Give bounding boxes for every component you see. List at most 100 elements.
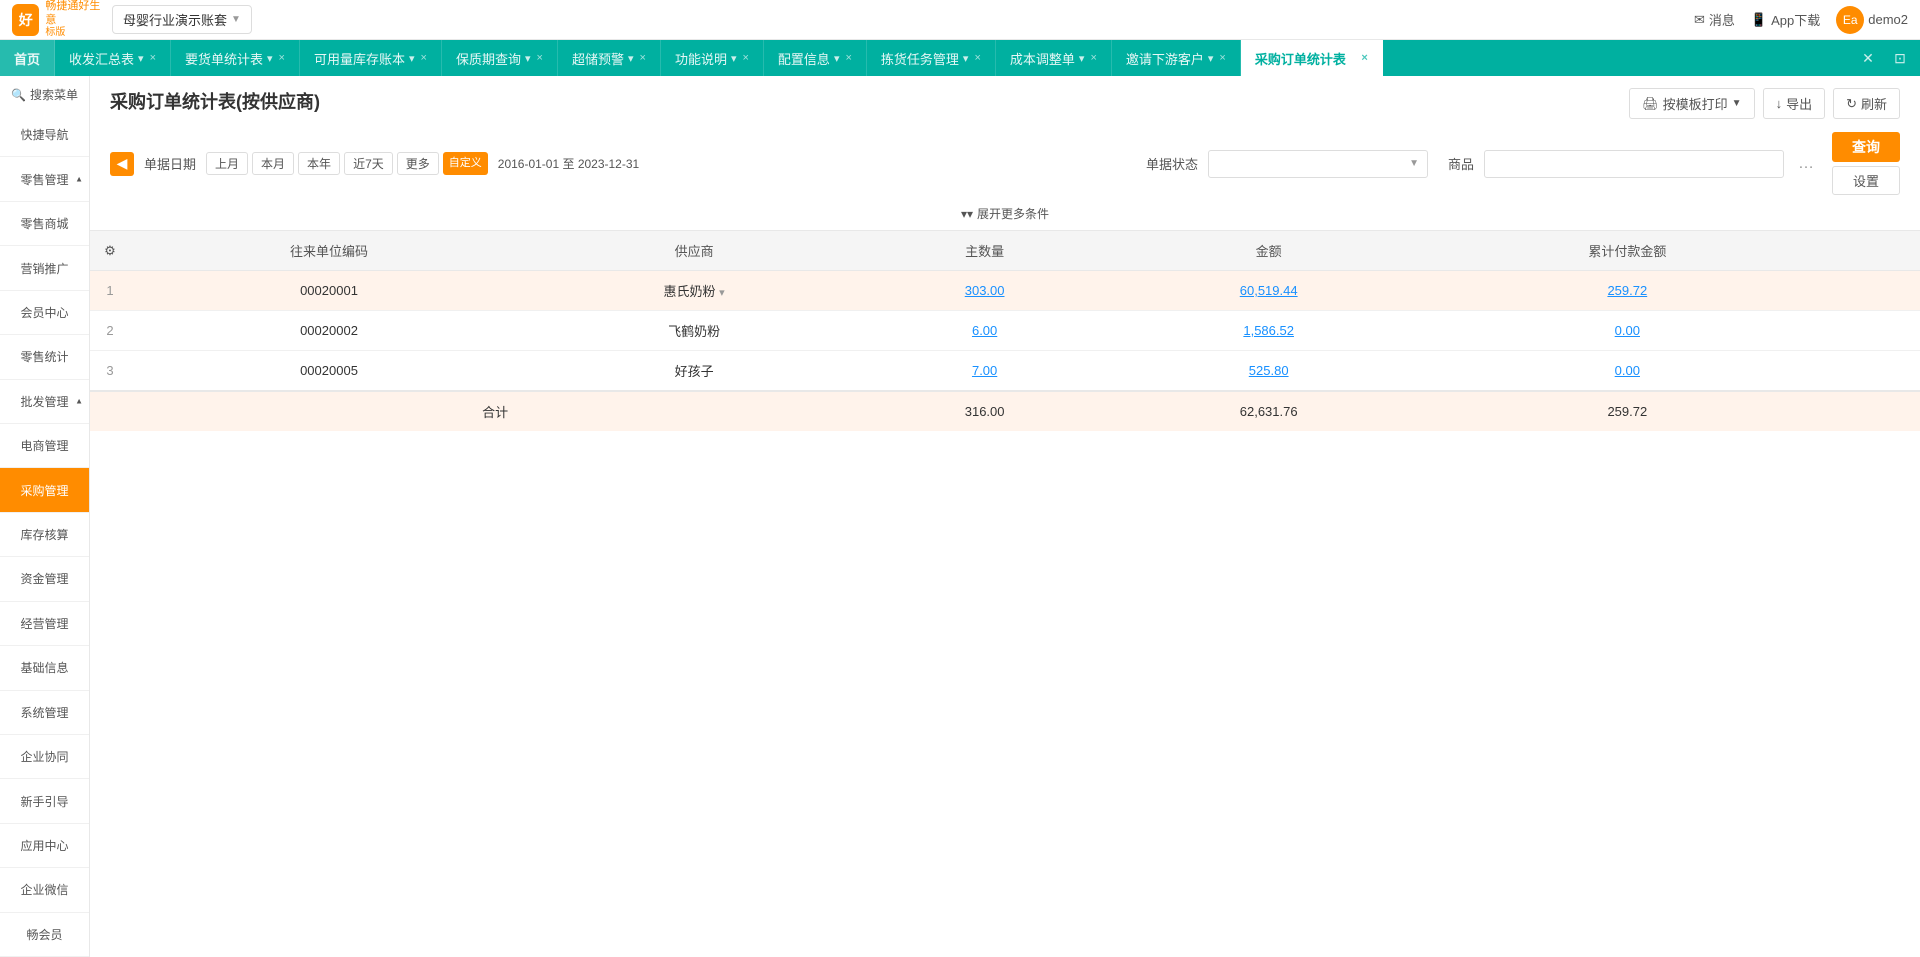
print-icon: 🖨 [1642, 96, 1659, 112]
custom-date-badge[interactable]: 自定义 [443, 152, 488, 175]
query-settings-group: 查询 设置 [1832, 132, 1900, 195]
table-row: 2 00020002 飞鹤奶粉 6.00 1,586.52 0.00 [90, 311, 1920, 351]
goods-more-icon[interactable]: … [1798, 155, 1814, 173]
workspace-selector[interactable]: 母婴行业演示账套 ▼ [112, 5, 252, 34]
btn-last-month[interactable]: 上月 [206, 152, 248, 175]
tab-chengben[interactable]: 成本调整单 ▾× [996, 40, 1112, 76]
sidebar: 🔍 搜索菜单 快捷导航 零售管理 零售商城 营销推广 会员中心 零售统计 批发管… [0, 76, 90, 957]
expand-icon: ▾▾ [961, 207, 973, 221]
col-qty: 主数量 [860, 231, 1109, 271]
message-icon: ✉ [1694, 12, 1705, 28]
print-btn[interactable]: 🖨 按模板打印 ▼ [1629, 88, 1754, 119]
sidebar-item-ecommerce[interactable]: 电商管理 [0, 424, 89, 468]
sidebar-item-wholesale[interactable]: 批发管理 [0, 380, 89, 424]
cell-supplier: 惠氏奶粉 ▾ [528, 271, 860, 311]
btn-this-year[interactable]: 本年 [298, 152, 340, 175]
close-icon[interactable]: × [1361, 52, 1367, 64]
filter-toggle-btn[interactable]: ◀ [110, 152, 134, 176]
cell-paid[interactable]: 259.72 [1428, 271, 1826, 311]
cell-amount[interactable]: 1,586.52 [1109, 311, 1428, 351]
close-icon[interactable]: × [640, 52, 646, 64]
sidebar-search[interactable]: 🔍 搜索菜单 [0, 76, 89, 113]
app-download-btn[interactable]: 📱 App下载 [1751, 10, 1820, 29]
avatar: Ea [1836, 6, 1864, 34]
close-icon[interactable]: × [279, 52, 285, 64]
sidebar-item-retail[interactable]: 零售管理 [0, 157, 89, 201]
sidebar-item-quicknav[interactable]: 快捷导航 [0, 113, 89, 157]
sidebar-item-operations[interactable]: 经营管理 [0, 602, 89, 646]
expand-conditions-btn[interactable]: ▾▾ 展开更多条件 [110, 199, 1900, 230]
sidebar-item-finance[interactable]: 资金管理 [0, 557, 89, 601]
cell-qty[interactable]: 303.00 [860, 271, 1109, 311]
tab-arrow: ▾ [963, 52, 969, 65]
sidebar-item-marketing[interactable]: 营销推广 [0, 246, 89, 290]
nav-close-btn[interactable]: ✕ [1856, 46, 1880, 70]
cell-amount[interactable]: 525.80 [1109, 351, 1428, 392]
sidebar-item-basic[interactable]: 基础信息 [0, 646, 89, 690]
logo-text: 畅捷通好生意 标版 [45, 0, 102, 38]
col-settings[interactable]: ⚙ [90, 231, 130, 271]
export-btn[interactable]: ↓ 导出 [1763, 88, 1826, 119]
row-num: 2 [90, 311, 130, 351]
status-select[interactable]: ▼ [1208, 150, 1428, 178]
sidebar-item-purchase[interactable]: 采购管理 [0, 468, 89, 512]
tab-peihuorenwu[interactable]: 拣货任务管理 ▾× [867, 40, 996, 76]
sidebar-item-newguide[interactable]: 新手引导 [0, 779, 89, 823]
nav-tabs: 首页 收发汇总表 ▾× 要货单统计表 ▾× 可用量库存账本 ▾× 保质期查询 ▾… [0, 40, 1920, 76]
settings-col-icon: ⚙ [104, 243, 116, 258]
cell-paid[interactable]: 0.00 [1428, 351, 1826, 392]
cell-qty[interactable]: 6.00 [860, 311, 1109, 351]
tab-yaohuodantongjibiao[interactable]: 要货单统计表 ▾× [171, 40, 300, 76]
sidebar-item-weixin[interactable]: 企业微信 [0, 868, 89, 912]
cell-code: 00020001 [130, 271, 528, 311]
col-extra [1826, 231, 1920, 271]
cell-paid[interactable]: 0.00 [1428, 311, 1826, 351]
tab-shoufahuizonge[interactable]: 收发汇总表 ▾× [55, 40, 171, 76]
tab-gongneng[interactable]: 功能说明 ▾× [661, 40, 764, 76]
btn-more-dates[interactable]: 更多 [397, 152, 439, 175]
query-btn[interactable]: 查询 [1832, 132, 1900, 162]
nav-maximize-btn[interactable]: ⊡ [1888, 46, 1912, 70]
sidebar-item-appcenter[interactable]: 应用中心 [0, 824, 89, 868]
user-area[interactable]: Ea demo2 [1836, 6, 1908, 34]
footer-amount: 62,631.76 [1109, 391, 1428, 431]
date-btn-group: 上月 本月 本年 近7天 更多 自定义 [206, 152, 488, 175]
close-icon[interactable]: × [421, 52, 427, 64]
tab-peizhi[interactable]: 配置信息 ▾× [764, 40, 867, 76]
cell-amount[interactable]: 60,519.44 [1109, 271, 1428, 311]
close-icon[interactable]: × [1090, 52, 1096, 64]
goods-input[interactable] [1484, 150, 1784, 178]
tab-arrow: ▾ [1350, 52, 1356, 65]
settings-btn[interactable]: 设置 [1832, 166, 1900, 195]
tab-baozhi[interactable]: 保质期查询 ▾× [442, 40, 558, 76]
sidebar-item-membership[interactable]: 会员中心 [0, 291, 89, 335]
close-icon[interactable]: × [1219, 52, 1225, 64]
btn-7days[interactable]: 近7天 [344, 152, 393, 175]
refresh-btn[interactable]: ↻ 刷新 [1833, 88, 1900, 119]
cell-qty[interactable]: 7.00 [860, 351, 1109, 392]
close-icon[interactable]: × [974, 52, 980, 64]
close-icon[interactable]: × [845, 52, 851, 64]
sidebar-item-retail-shop[interactable]: 零售商城 [0, 202, 89, 246]
sidebar-item-system[interactable]: 系统管理 [0, 691, 89, 735]
sidebar-item-retail-stats[interactable]: 零售统计 [0, 335, 89, 379]
tab-arrow: ▾ [409, 52, 415, 65]
sidebar-item-enterprise[interactable]: 企业协同 [0, 735, 89, 779]
btn-this-month[interactable]: 本月 [252, 152, 294, 175]
sidebar-item-vip[interactable]: 畅会员 [0, 913, 89, 957]
message-btn[interactable]: ✉ 消息 [1694, 10, 1735, 29]
footer-qty: 316.00 [860, 391, 1109, 431]
search-icon: 🔍 [11, 88, 26, 102]
tab-arrow: ▾ [1079, 52, 1085, 65]
logo-icon: 好 [12, 4, 39, 36]
close-icon[interactable]: × [150, 52, 156, 64]
tab-chaochuyujing[interactable]: 超储预警 ▾× [558, 40, 661, 76]
close-icon[interactable]: × [742, 52, 748, 64]
status-dropdown-icon: ▼ [1409, 158, 1419, 169]
tab-keyongliang[interactable]: 可用量库存账本 ▾× [300, 40, 442, 76]
tab-yaoqing[interactable]: 邀请下游客户 ▾× [1112, 40, 1241, 76]
tab-caigou[interactable]: 采购订单统计表 ▾× [1241, 40, 1383, 76]
tab-home[interactable]: 首页 [0, 40, 55, 76]
close-icon[interactable]: × [537, 52, 543, 64]
sidebar-item-inventory[interactable]: 库存核算 [0, 513, 89, 557]
